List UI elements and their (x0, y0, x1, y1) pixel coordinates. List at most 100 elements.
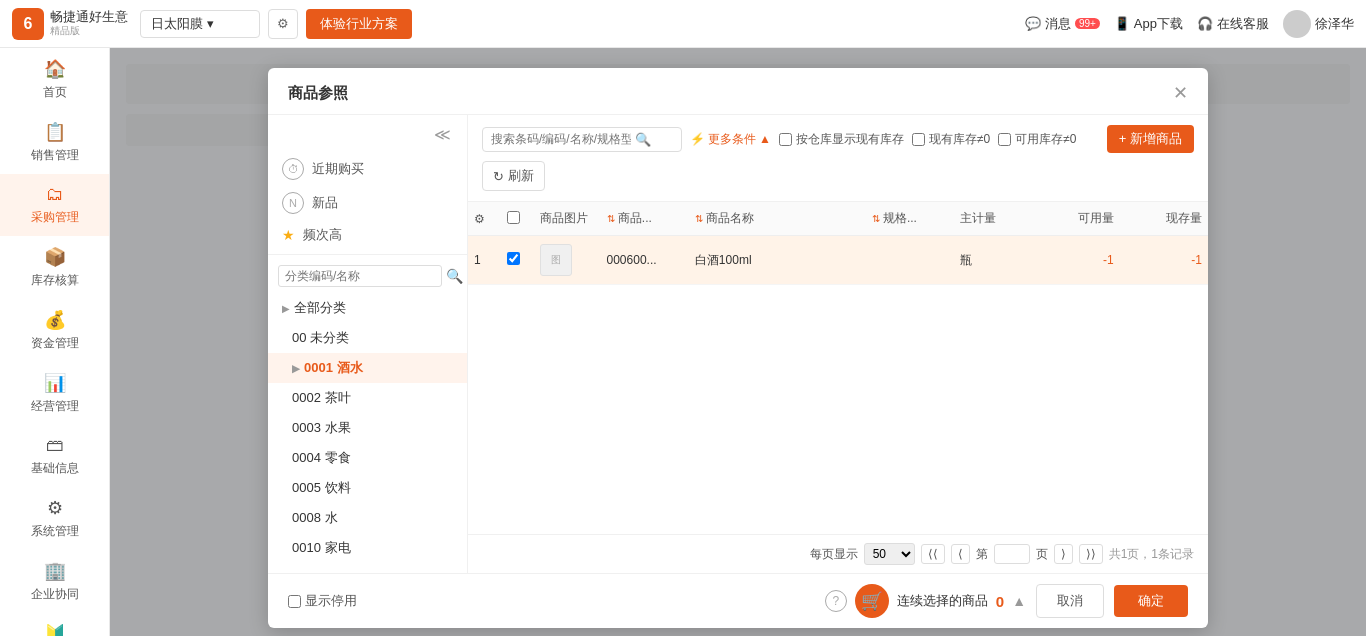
notification-label: 消息 (1045, 15, 1071, 33)
col-name-label: 商品名称 (706, 211, 754, 225)
check-avail-not-zero[interactable] (998, 133, 1011, 146)
col-code-header[interactable]: ⇅ 商品... (601, 202, 689, 236)
tree-item-0008[interactable]: 0008 水 (268, 503, 467, 533)
page-first-btn[interactable]: ⟨⟨ (921, 544, 945, 564)
product-table-area: ⚙ 商品图片 ⇅ (468, 202, 1208, 534)
product-table: ⚙ 商品图片 ⇅ (468, 202, 1208, 285)
check-warehouse[interactable] (779, 133, 792, 146)
row-checkbox[interactable] (507, 252, 520, 265)
freq-high-item[interactable]: ★ 频次高 (268, 220, 467, 250)
refresh-button[interactable]: ↻ 刷新 (482, 161, 545, 191)
new-item[interactable]: N 新品 (268, 186, 467, 220)
page-number-input[interactable]: 1 (994, 544, 1030, 564)
sidebar-label-inventory: 库存核算 (31, 272, 79, 289)
filter-button[interactable]: ⚡ 更多条件 ▲ (690, 131, 771, 148)
sidebar-item-base-info[interactable]: 🗃 基础信息 (0, 425, 109, 487)
refresh-icon: ↻ (493, 169, 504, 184)
logo-area: 6 畅捷通好生意 精品版 (12, 8, 132, 40)
col-name-header[interactable]: ⇅ 商品名称 (689, 202, 866, 236)
avatar (1283, 10, 1311, 38)
show-disabled-label: 显示停用 (305, 592, 357, 610)
sidebar-label-base-info: 基础信息 (31, 460, 79, 477)
sidebar-item-inventory[interactable]: 📦 库存核算 (0, 236, 109, 299)
sidebar-item-operations[interactable]: 📊 经营管理 (0, 362, 109, 425)
tree-item-0002-label: 0002 茶叶 (292, 389, 351, 407)
sidebar-item-system[interactable]: ⚙ 系统管理 (0, 487, 109, 550)
trial-button[interactable]: 体验行业方案 (306, 9, 412, 39)
page-last-btn[interactable]: ⟩⟩ (1079, 544, 1103, 564)
refresh-label: 刷新 (508, 167, 534, 185)
chevron-down-icon: ▾ (207, 16, 214, 31)
tree-item-all[interactable]: ▶ 全部分类 (268, 293, 467, 323)
message-icon: 💬 (1025, 16, 1041, 31)
check-avail-label: 可用库存≠0 (1015, 131, 1076, 148)
add-product-button[interactable]: + 新增商品 (1107, 125, 1194, 153)
tree-item-0001[interactable]: ▶ 0001 酒水 (268, 353, 467, 383)
recent-buy-item[interactable]: ⏱ 近期购买 (268, 152, 467, 186)
notification-badge: 99+ (1075, 18, 1100, 29)
sidebar-label-purchase: 采购管理 (31, 209, 79, 226)
tree-item-0005[interactable]: 0005 饮料 (268, 473, 467, 503)
product-reference-dialog: 商品参照 ✕ ≪ ⏱ 近期购买 (268, 68, 1208, 628)
notification-item[interactable]: 💬 消息 99+ (1025, 15, 1100, 33)
pagination: 每页显示 50 100 ⟨⟨ ⟨ 第 1 页 ⟩ ⟩⟩ (468, 534, 1208, 573)
sidebar-item-collab[interactable]: 🏢 企业协同 (0, 550, 109, 613)
tree-item-0005-label: 0005 饮料 (292, 479, 351, 497)
sidebar-item-purchase[interactable]: 🗂 采购管理 (0, 174, 109, 236)
cart-count: 0 (996, 593, 1004, 610)
top-nav: 6 畅捷通好生意 精品版 日太阳膜 ▾ ⚙ 体验行业方案 💬 消息 99+ 📱 … (0, 0, 1366, 48)
cart-area: ? 🛒 连续选择的商品 0 ▲ (825, 584, 1026, 618)
tree-item-0010[interactable]: 0010 家电 (268, 533, 467, 563)
col-spec-header[interactable]: ⇅ 规格... (866, 202, 954, 236)
cart-button[interactable]: 🛒 (855, 584, 889, 618)
headset-icon: 🎧 (1197, 16, 1213, 31)
search-icon[interactable]: 🔍 (635, 132, 651, 147)
gear-icon[interactable]: ⚙ (268, 9, 298, 39)
collab-icon: 🏢 (44, 560, 66, 582)
table-row[interactable]: 1 图 000 (468, 236, 1208, 285)
sidebar-item-finance[interactable]: 💰 资金管理 (0, 299, 109, 362)
dialog-header: 商品参照 ✕ (268, 68, 1208, 115)
collapse-left-icon[interactable]: ≪ (428, 125, 457, 144)
purchase-icon: 🗂 (46, 184, 64, 205)
cart-collapse-icon[interactable]: ▲ (1012, 593, 1026, 609)
online-service-item[interactable]: 🎧 在线客服 (1197, 15, 1269, 33)
help-icon[interactable]: ? (825, 590, 847, 612)
star-icon: ★ (282, 227, 295, 243)
tree-item-0004[interactable]: 0004 零食 (268, 443, 467, 473)
tree-item-0002[interactable]: 0002 茶叶 (268, 383, 467, 413)
show-disabled-checkbox[interactable] (288, 595, 301, 608)
app-download-item[interactable]: 📱 App下载 (1114, 15, 1183, 33)
row-image-cell: 图 (534, 236, 600, 285)
row-code: 000600... (601, 236, 689, 285)
nav-dropdown[interactable]: 日太阳膜 ▾ (140, 10, 260, 38)
expand-all-icon: ▶ (282, 303, 290, 314)
page-prev-btn[interactable]: ⟨ (951, 544, 970, 564)
sidebar-item-sales[interactable]: 📋 销售管理 (0, 111, 109, 174)
sidebar-label-finance: 资金管理 (31, 335, 79, 352)
expand-0001-icon: ▶ (292, 363, 300, 374)
sidebar-item-guide[interactable]: 🔰 新手引导 (0, 613, 109, 636)
tree-item-0003[interactable]: 0003 水果 (268, 413, 467, 443)
per-page-select[interactable]: 50 100 (864, 543, 915, 565)
sidebar-label-system: 系统管理 (31, 523, 79, 540)
row-checkbox-cell (501, 236, 534, 285)
col-avail-header: 可用量 (1031, 202, 1119, 236)
row-spec (866, 236, 954, 285)
col-settings[interactable]: ⚙ (468, 202, 501, 236)
sidebar-item-home[interactable]: 🏠 首页 (0, 48, 109, 111)
logo-text: 畅捷通好生意 (50, 9, 128, 25)
category-search-icon[interactable]: 🔍 (446, 268, 463, 284)
check-stock-not-zero[interactable] (912, 133, 925, 146)
confirm-button[interactable]: 确定 (1114, 585, 1188, 617)
check-stock-label: 现有库存≠0 (929, 131, 990, 148)
page-summary: 共1页，1条记录 (1109, 546, 1194, 563)
product-search-input[interactable] (491, 132, 631, 146)
category-search-input[interactable] (278, 265, 442, 287)
close-icon[interactable]: ✕ (1173, 82, 1188, 104)
page-next-btn[interactable]: ⟩ (1054, 544, 1073, 564)
user-item[interactable]: 徐泽华 (1283, 10, 1354, 38)
select-all-checkbox[interactable] (507, 211, 520, 224)
cancel-button[interactable]: 取消 (1036, 584, 1104, 618)
tree-item-00[interactable]: 00 未分类 (268, 323, 467, 353)
